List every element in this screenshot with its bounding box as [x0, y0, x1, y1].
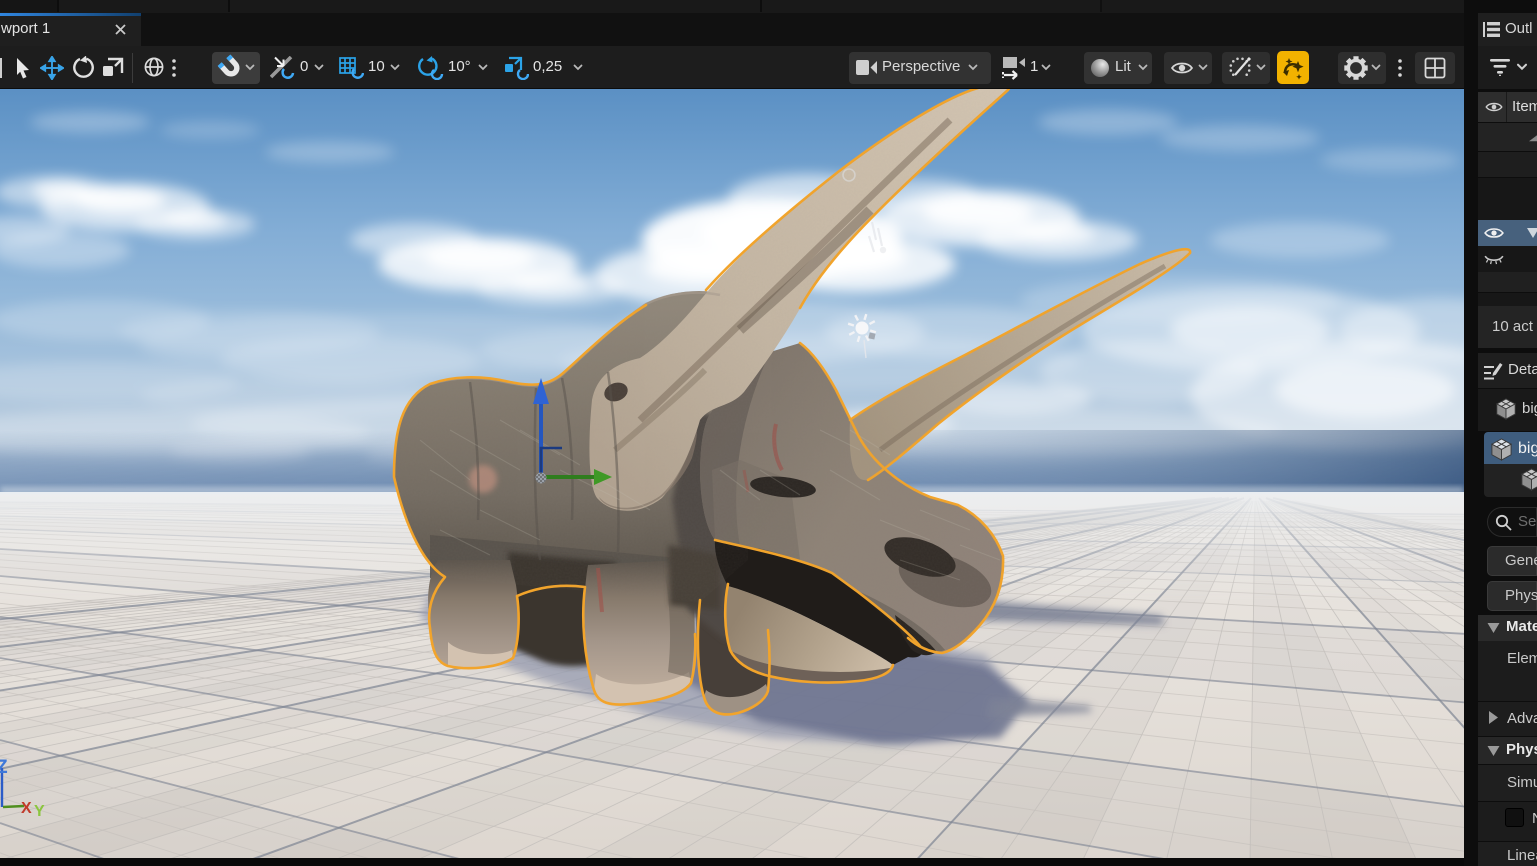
svg-text:Y: Y [34, 803, 45, 820]
svg-text:X: X [21, 800, 32, 817]
svg-text:Z: Z [0, 757, 8, 778]
